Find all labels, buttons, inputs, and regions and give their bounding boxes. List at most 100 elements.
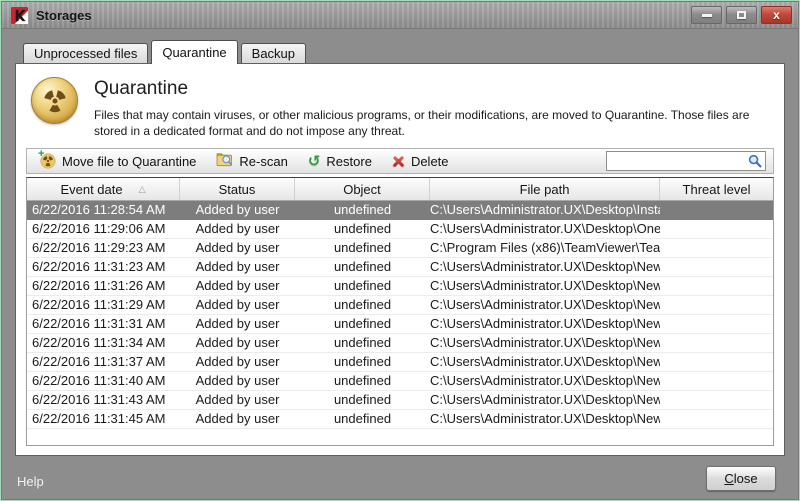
cell-object: undefined — [333, 392, 392, 408]
kaspersky-logo-icon — [11, 6, 28, 24]
cell-file-path: C:\Users\Administrator.UX\Desktop\New ..… — [430, 335, 660, 351]
cell-status: Added by user — [195, 392, 280, 408]
table-row[interactable]: 6/22/2016 11:31:40 AM Added by user undefi… — [27, 372, 773, 392]
minimize-icon — [701, 13, 712, 17]
table-row[interactable]: 6/22/2016 11:31:29 AM Added by user undefi… — [27, 296, 773, 316]
column-header-status[interactable]: Status — [180, 178, 295, 201]
cell-status: Added by user — [195, 202, 280, 218]
help-link[interactable]: Help — [17, 474, 44, 489]
quarantine-add-icon: + — [38, 148, 56, 169]
rescan-icon — [216, 152, 233, 170]
cell-object: undefined — [333, 278, 392, 294]
cell-event-date: 6/22/2016 11:28:54 AM — [32, 202, 166, 218]
maximize-button[interactable] — [726, 6, 757, 24]
cell-status: Added by user — [195, 411, 280, 427]
cell-event-date: 6/22/2016 11:31:31 AM — [32, 316, 166, 332]
cell-file-path: C:\Users\Administrator.UX\Desktop\One... — [430, 221, 660, 237]
cell-threat-level — [660, 372, 773, 390]
table-row[interactable]: 6/22/2016 11:31:34 AM Added by user undefi… — [27, 334, 773, 354]
table-row[interactable]: 6/22/2016 11:31:26 AM Added by user undefi… — [27, 277, 773, 297]
column-header-object[interactable]: Object — [295, 178, 430, 201]
table-row[interactable]: 6/22/2016 11:31:31 AM Added by user undefi… — [27, 315, 773, 335]
section-title: Quarantine — [94, 78, 189, 99]
column-label: Threat level — [682, 181, 751, 197]
toolbar-button-label: Restore — [326, 153, 372, 169]
sort-asc-icon: △ — [138, 183, 146, 194]
section-description: Files that may contain viruses, or other… — [94, 108, 750, 139]
cell-object: undefined — [333, 373, 392, 389]
table-row[interactable]: 6/22/2016 11:29:06 AM Added by user undefi… — [27, 220, 773, 240]
cell-status: Added by user — [195, 354, 280, 370]
cell-file-path: C:\Users\Administrator.UX\Desktop\New ..… — [430, 411, 660, 427]
cell-threat-level — [660, 277, 773, 295]
search-icon[interactable] — [748, 154, 762, 168]
search-input[interactable] — [612, 154, 748, 169]
toolbar-button-label: Move file to Quarantine — [62, 153, 197, 169]
cell-file-path: C:\Users\Administrator.UX\Desktop\New ..… — [430, 259, 660, 275]
cell-object: undefined — [333, 221, 392, 237]
cell-event-date: 6/22/2016 11:29:23 AM — [32, 240, 166, 256]
storages-window: Storages x Unprocessed files Quarantine … — [0, 0, 800, 501]
table-row[interactable]: 6/22/2016 11:29:23 AM Added by user undefi… — [27, 239, 773, 259]
cell-status: Added by user — [195, 221, 280, 237]
cell-event-date: 6/22/2016 11:31:37 AM — [32, 354, 166, 370]
cell-status: Added by user — [195, 297, 280, 313]
cell-object: undefined — [333, 411, 392, 427]
cell-event-date: 6/22/2016 11:31:34 AM — [32, 335, 166, 351]
table-header: Event date △ Status Object File path Thr… — [27, 178, 773, 202]
title-bar[interactable]: Storages x — [2, 2, 798, 29]
delete-button[interactable]: Delete — [386, 151, 461, 172]
close-button[interactable]: Close — [706, 466, 776, 491]
cell-event-date: 6/22/2016 11:29:06 AM — [32, 221, 166, 237]
tab-backup[interactable]: Backup — [240, 43, 307, 63]
cell-threat-level — [660, 334, 773, 352]
column-label: File path — [519, 181, 570, 197]
cell-object: undefined — [333, 354, 392, 370]
close-window-button[interactable]: x — [761, 6, 792, 24]
table-row[interactable]: 6/22/2016 11:31:43 AM Added by user undefi… — [27, 391, 773, 411]
minimize-button[interactable] — [691, 6, 722, 24]
cell-file-path: C:\Program Files (x86)\TeamViewer\Team..… — [430, 240, 660, 256]
tab-quarantine[interactable]: Quarantine — [151, 40, 238, 64]
table-row[interactable]: 6/22/2016 11:31:23 AM Added by user undefi… — [27, 258, 773, 278]
plus-badge-icon: + — [38, 148, 45, 161]
cell-file-path: C:\Users\Administrator.UX\Desktop\New ..… — [430, 316, 660, 332]
cell-threat-level — [660, 410, 773, 428]
table-row[interactable]: 6/22/2016 11:28:54 AM Added by user undefi… — [27, 201, 773, 221]
table-row[interactable]: 6/22/2016 11:31:45 AM Added by user undefi… — [27, 410, 773, 430]
cell-event-date: 6/22/2016 11:31:26 AM — [32, 278, 166, 294]
column-label: Object — [343, 181, 381, 197]
cell-object: undefined — [333, 316, 392, 332]
quarantine-table: Event date △ Status Object File path Thr… — [26, 177, 774, 446]
column-label: Event date — [60, 181, 123, 197]
cell-object: undefined — [333, 297, 392, 313]
column-header-threat-level[interactable]: Threat level — [660, 178, 773, 200]
cell-status: Added by user — [195, 373, 280, 389]
move-file-to-quarantine-button[interactable]: + Move file to Quarantine — [34, 148, 208, 172]
cell-object: undefined — [333, 202, 392, 218]
cell-file-path: C:\Users\Administrator.UX\Desktop\Insta.… — [430, 202, 660, 218]
table-body: 6/22/2016 11:28:54 AM Added by user undefi… — [27, 201, 773, 445]
maximize-icon — [737, 11, 746, 19]
cell-threat-level — [660, 353, 773, 371]
cell-threat-level — [660, 391, 773, 409]
cell-file-path: C:\Users\Administrator.UX\Desktop\New ..… — [430, 373, 660, 389]
re-scan-button[interactable]: Re-scan — [210, 149, 299, 173]
restore-button[interactable]: ↺ Restore — [302, 151, 384, 172]
cell-status: Added by user — [195, 335, 280, 351]
toolbar-button-label: Re-scan — [239, 153, 288, 169]
cell-status: Added by user — [195, 259, 280, 275]
section-header: Quarantine Files that may contain viruse… — [16, 64, 784, 145]
column-header-event-date[interactable]: Event date △ — [27, 178, 180, 201]
cell-threat-level — [660, 315, 773, 333]
tab-unprocessed-files[interactable]: Unprocessed files — [23, 43, 149, 63]
cell-threat-level — [660, 220, 773, 238]
cell-object: undefined — [333, 335, 392, 351]
cell-file-path: C:\Users\Administrator.UX\Desktop\New ..… — [430, 354, 660, 370]
column-header-file-path[interactable]: File path — [430, 178, 660, 201]
cell-event-date: 6/22/2016 11:31:43 AM — [32, 392, 166, 408]
cell-event-date: 6/22/2016 11:31:23 AM — [32, 259, 166, 275]
column-label: Status — [218, 181, 256, 197]
table-row[interactable]: 6/22/2016 11:31:37 AM Added by user undefi… — [27, 353, 773, 373]
cell-file-path: C:\Users\Administrator.UX\Desktop\New ..… — [430, 278, 660, 294]
